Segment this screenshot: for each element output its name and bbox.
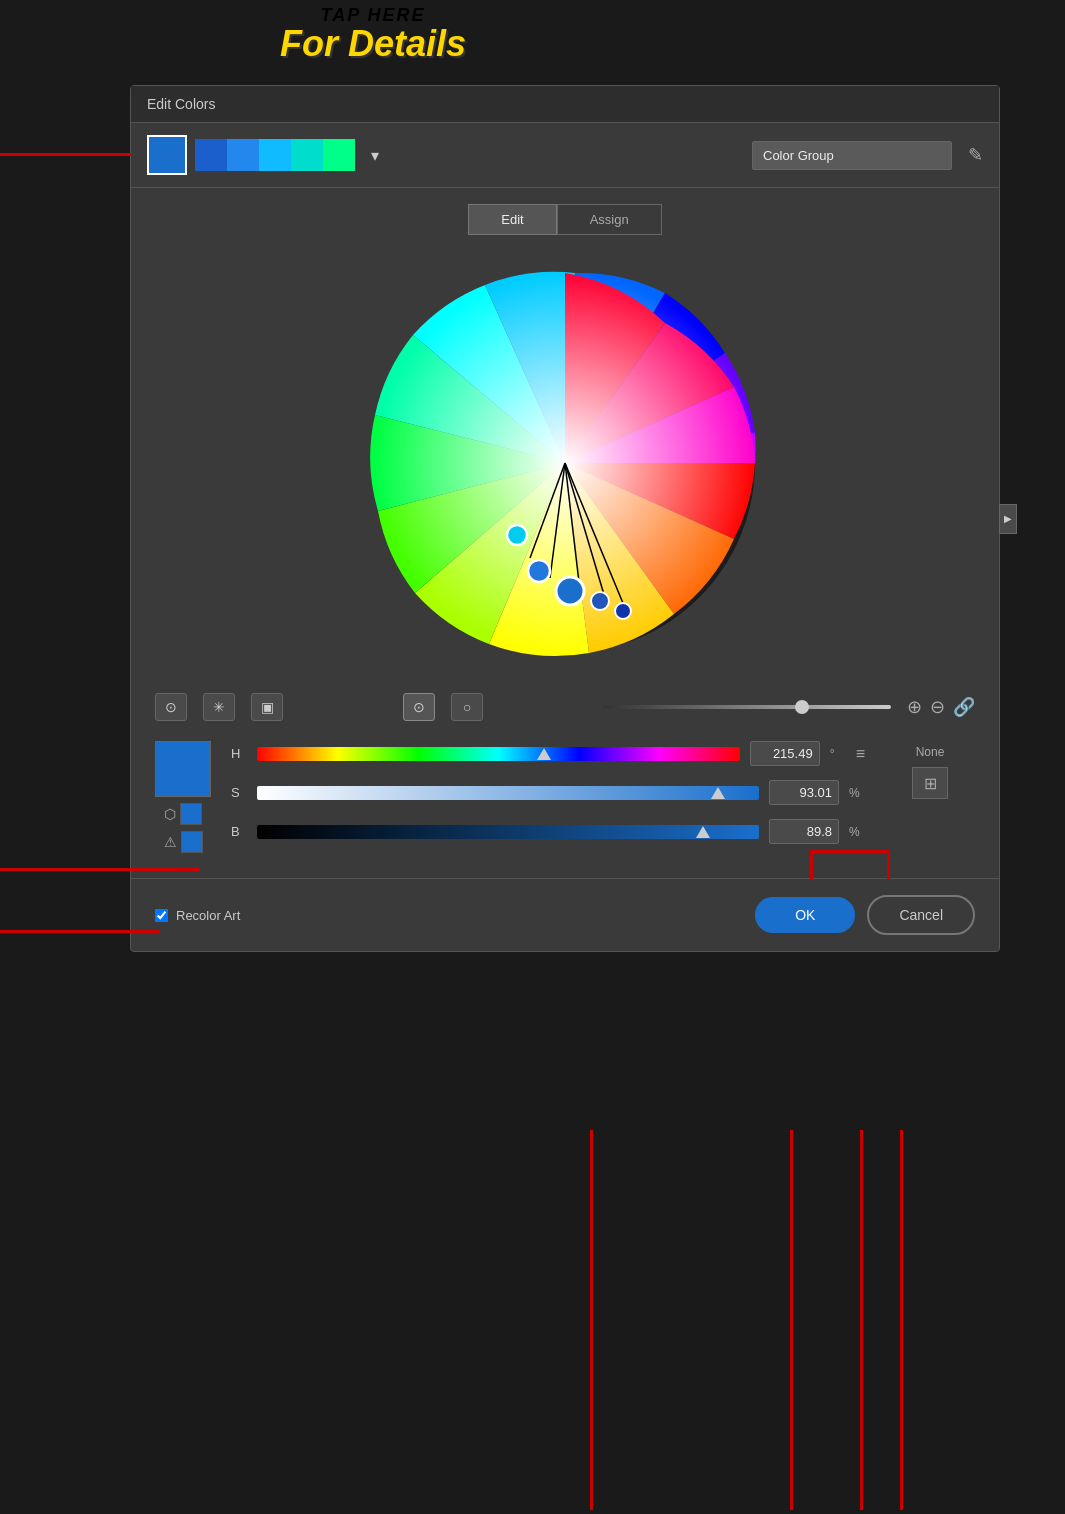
cube-icon: ⬡ (164, 806, 176, 822)
color-mode-filled[interactable]: ⊙ (403, 693, 435, 721)
h-label: H (231, 746, 247, 761)
slider-col: H ° ≡ S % B % (231, 741, 865, 858)
tab-assign[interactable]: Assign (557, 204, 662, 235)
add-color-btn[interactable]: ⊕ (907, 696, 922, 718)
cancel-button[interactable]: Cancel (867, 895, 975, 935)
warning-icon: ⚠ (164, 834, 177, 850)
h-unit: ° (830, 747, 846, 761)
wheel-section (131, 243, 999, 683)
small-icon-row: ⬡ (164, 803, 202, 825)
color-group-input[interactable] (752, 141, 952, 170)
hsb-section: ⬡ ⚠ H ° ≡ S % (131, 731, 999, 878)
h-value-input[interactable] (750, 741, 820, 766)
main-color-swatch[interactable] (147, 135, 187, 175)
annot-vline-2 (790, 1130, 793, 1510)
for-details-text: For Details (280, 26, 466, 62)
warning-icon-row: ⚠ (164, 831, 203, 853)
s-label: S (231, 785, 247, 800)
brightness-slider[interactable] (603, 705, 891, 709)
right-panel-col: None ⊞ (885, 741, 975, 858)
b-label: B (231, 824, 247, 839)
annot-line-1 (0, 153, 132, 156)
svg-point-9 (556, 577, 584, 605)
dialog-titlebar: Edit Colors (131, 86, 999, 123)
b-unit: % (849, 825, 865, 839)
hue-slider[interactable] (257, 747, 740, 761)
svg-point-10 (591, 592, 609, 610)
recolor-art-checkbox[interactable] (155, 909, 168, 922)
grid-icon-btn[interactable]: ⊞ (912, 767, 948, 799)
color-strip[interactable] (195, 139, 355, 171)
ok-button[interactable]: OK (755, 897, 855, 933)
tab-section: Edit Assign (131, 188, 999, 243)
small-swatch-2 (181, 831, 203, 853)
bri-slider[interactable] (257, 825, 759, 839)
b-slider-row: B % (231, 819, 865, 844)
annot-vline-4 (900, 1130, 903, 1510)
tap-here-text: TAP HERE (280, 5, 466, 26)
edit-colors-dialog: Edit Colors ▾ ✎ Edit Assign (130, 85, 1000, 952)
link-btn[interactable]: 🔗 (953, 696, 975, 718)
color-wheel-container[interactable] (365, 263, 765, 663)
s-slider-row: S % (231, 780, 865, 805)
bottom-row: Recolor Art OK Cancel (131, 878, 999, 951)
add-remove-btns: ⊕ ⊖ 🔗 (907, 696, 975, 718)
annot-vline-3 (860, 1130, 863, 1510)
preview-swatch (155, 741, 211, 797)
s-unit: % (849, 786, 865, 800)
rect-view-btn[interactable]: ▣ (251, 693, 283, 721)
s-value-input[interactable] (769, 780, 839, 805)
b-value-input[interactable] (769, 819, 839, 844)
remove-color-btn[interactable]: ⊖ (930, 696, 945, 718)
color-wheel-svg (365, 263, 765, 663)
color-group-dropdown[interactable]: ▾ (371, 146, 379, 165)
svg-point-7 (507, 525, 527, 545)
strip-swatch-4[interactable] (291, 139, 323, 171)
dialog-title: Edit Colors (147, 96, 215, 112)
small-swatch (180, 803, 202, 825)
color-bar-section: ▾ ✎ (131, 123, 999, 188)
strip-swatch-1[interactable] (195, 139, 227, 171)
wheel-view-btn[interactable]: ✳ (203, 693, 235, 721)
h-slider-row: H ° ≡ (231, 741, 865, 766)
recolor-art-label[interactable]: Recolor Art (155, 908, 240, 923)
strip-swatch-2[interactable] (227, 139, 259, 171)
h-menu-btn[interactable]: ≡ (856, 745, 865, 763)
color-mode-outline[interactable]: ○ (451, 693, 483, 721)
controls-row: ⊙ ✳ ▣ ⊙ ○ ⊕ ⊖ 🔗 (131, 683, 999, 731)
color-preview-col: ⬡ ⚠ (155, 741, 211, 858)
strip-swatch-3[interactable] (259, 139, 291, 171)
pencil-button[interactable]: ✎ (968, 144, 983, 166)
expand-arrow[interactable]: ▶ (999, 504, 1017, 534)
annot-vline-1 (590, 1130, 593, 1510)
strip-swatch-5[interactable] (323, 139, 355, 171)
tab-edit[interactable]: Edit (468, 204, 556, 235)
svg-point-8 (528, 560, 550, 582)
circle-view-btn[interactable]: ⊙ (155, 693, 187, 721)
sat-slider[interactable] (257, 786, 759, 800)
svg-point-11 (615, 603, 631, 619)
none-label: None (885, 745, 975, 759)
